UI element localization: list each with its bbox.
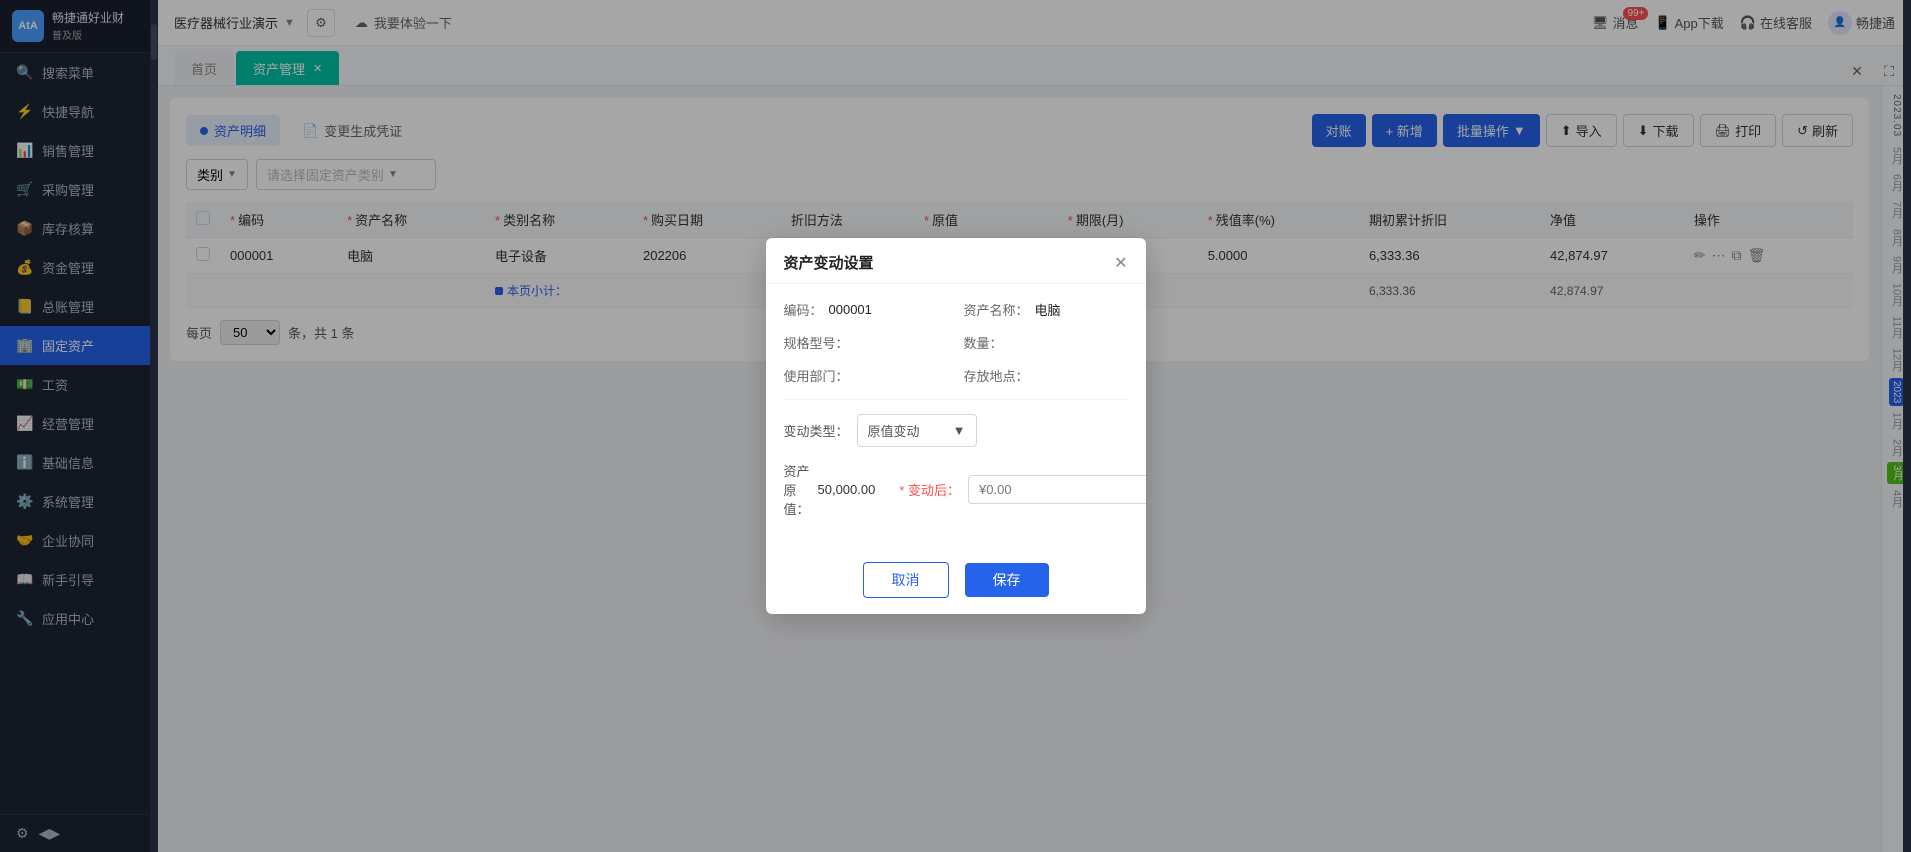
modal-field-code: 编码： 000001 (784, 300, 948, 319)
change-type-value: 原值变动 (868, 421, 920, 440)
cancel-button[interactable]: 取消 (863, 562, 949, 598)
name-label: 资产名称： (964, 300, 1029, 319)
code-value: 000001 (829, 302, 872, 317)
after-change-label: * 变动后： (899, 480, 960, 499)
modal-overlay[interactable]: 资产变动设置 ✕ 编码： 000001 资产名称： 电脑 规格型号： (0, 0, 1911, 852)
spec-label: 规格型号： (784, 333, 849, 352)
location-label: 存放地点： (964, 366, 1029, 385)
change-type-arrow-icon: ▼ (953, 423, 966, 438)
save-button[interactable]: 保存 (965, 563, 1049, 597)
qty-label: 数量： (964, 333, 1003, 352)
after-change-input[interactable] (968, 475, 1145, 504)
modal-field-location: 存放地点： (964, 366, 1128, 385)
modal-field-dept: 使用部门： (784, 366, 948, 385)
modal-title: 资产变动设置 (784, 252, 874, 273)
name-value: 电脑 (1035, 300, 1061, 319)
change-type-label: 变动类型： (784, 421, 849, 440)
code-label: 编码： (784, 300, 823, 319)
modal-footer: 取消 保存 (766, 550, 1146, 614)
modal-field-qty: 数量： (964, 333, 1128, 352)
modal-body: 编码： 000001 资产名称： 电脑 规格型号： 数量： (766, 284, 1146, 550)
dept-label: 使用部门： (784, 366, 849, 385)
original-value-value: 50,000.00 (818, 482, 876, 497)
original-value-label: 资产原值： (784, 461, 810, 518)
modal-value-row: 资产原值： 50,000.00 * 变动后： (784, 461, 1128, 518)
modal-row-code-name: 编码： 000001 资产名称： 电脑 (784, 300, 1128, 319)
modal-close-button[interactable]: ✕ (1114, 253, 1127, 273)
asset-change-modal: 资产变动设置 ✕ 编码： 000001 资产名称： 电脑 规格型号： (766, 238, 1146, 614)
modal-change-type-row: 变动类型： 原值变动 ▼ (784, 414, 1128, 447)
modal-field-name: 资产名称： 电脑 (964, 300, 1128, 319)
modal-divider (784, 399, 1128, 400)
modal-header: 资产变动设置 ✕ (766, 238, 1146, 284)
modal-row-dept-loc: 使用部门： 存放地点： (784, 366, 1128, 385)
modal-row-spec-qty: 规格型号： 数量： (784, 333, 1128, 352)
change-type-select[interactable]: 原值变动 ▼ (857, 414, 977, 447)
modal-field-spec: 规格型号： (784, 333, 948, 352)
